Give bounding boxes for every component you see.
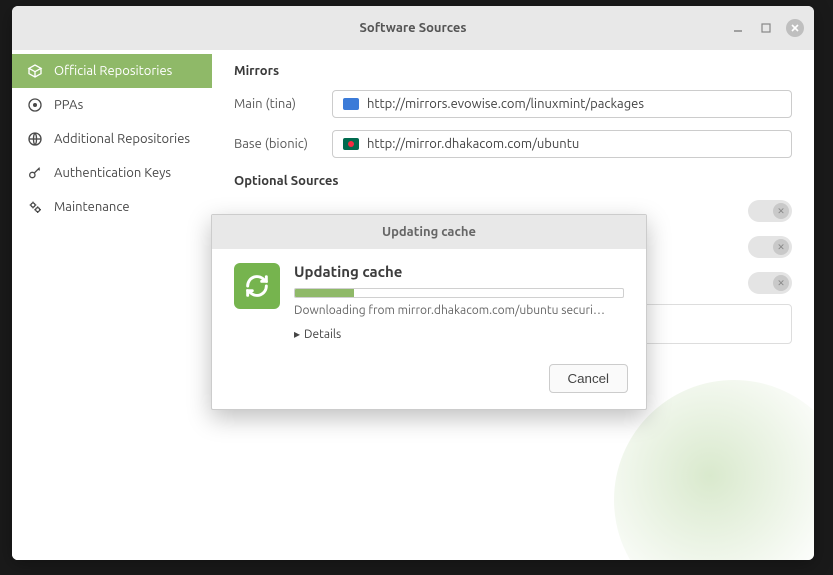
close-button[interactable] (786, 19, 804, 37)
mirror-base-value: http://mirror.dhakacom.com/ubuntu (367, 137, 579, 151)
window-title: Software Sources (359, 21, 466, 35)
progress-bar (294, 288, 624, 298)
sidebar-item-authentication-keys[interactable]: Authentication Keys (12, 156, 212, 190)
updating-cache-dialog: Updating cache Updating cache Downloadin… (211, 214, 647, 410)
optional-toggle-2[interactable] (748, 236, 792, 258)
sidebar-item-official-repositories[interactable]: Official Repositories (12, 54, 212, 88)
flag-un-icon (343, 98, 359, 110)
dialog-title: Updating cache (212, 215, 646, 249)
refresh-icon (234, 263, 280, 309)
box-icon (26, 62, 44, 80)
dialog-footer: Cancel (212, 354, 646, 409)
optional-section-title: Optional Sources (234, 174, 792, 188)
sidebar-item-label: PPAs (54, 98, 83, 112)
maximize-button[interactable] (758, 20, 774, 36)
minimize-button[interactable] (730, 20, 746, 36)
details-expander[interactable]: ▸ Details (294, 327, 624, 341)
mirror-main-label: Main (tina) (234, 97, 316, 111)
mirror-main-value: http://mirrors.evowise.com/linuxmint/pac… (367, 97, 644, 111)
dialog-text: Updating cache Downloading from mirror.d… (294, 263, 624, 344)
dialog-status-text: Downloading from mirror.dhakacom.com/ubu… (294, 304, 624, 317)
mirrors-section-title: Mirrors (234, 64, 792, 78)
window-controls (730, 19, 804, 37)
mirror-base-field[interactable]: http://mirror.dhakacom.com/ubuntu (332, 130, 792, 158)
sidebar-item-ppas[interactable]: PPAs (12, 88, 212, 122)
sidebar-item-label: Maintenance (54, 200, 130, 214)
flag-bd-icon (343, 138, 359, 150)
details-label: Details (304, 328, 341, 341)
sidebar-item-additional-repositories[interactable]: Additional Repositories (12, 122, 212, 156)
mirror-main-field[interactable]: http://mirrors.evowise.com/linuxmint/pac… (332, 90, 792, 118)
sidebar-item-label: Additional Repositories (54, 132, 190, 146)
optional-toggle-3[interactable] (748, 272, 792, 294)
mirror-main-row: Main (tina) http://mirrors.evowise.com/l… (234, 90, 792, 118)
chevron-right-icon: ▸ (294, 327, 300, 341)
progress-fill (295, 289, 354, 297)
globe-icon (26, 130, 44, 148)
optional-toggle-1[interactable] (748, 200, 792, 222)
cancel-button[interactable]: Cancel (549, 364, 629, 393)
key-icon (26, 164, 44, 182)
sidebar-item-label: Authentication Keys (54, 166, 171, 180)
sidebar: Official Repositories PPAs Additional Re… (12, 50, 212, 560)
gears-icon (26, 198, 44, 216)
dialog-body: Updating cache Downloading from mirror.d… (212, 249, 646, 354)
circle-dot-icon (26, 96, 44, 114)
dialog-heading: Updating cache (294, 263, 624, 280)
sidebar-item-label: Official Repositories (54, 64, 172, 78)
sidebar-item-maintenance[interactable]: Maintenance (12, 190, 212, 224)
titlebar: Software Sources (12, 6, 814, 50)
mirror-base-label: Base (bionic) (234, 137, 316, 151)
mirror-base-row: Base (bionic) http://mirror.dhakacom.com… (234, 130, 792, 158)
